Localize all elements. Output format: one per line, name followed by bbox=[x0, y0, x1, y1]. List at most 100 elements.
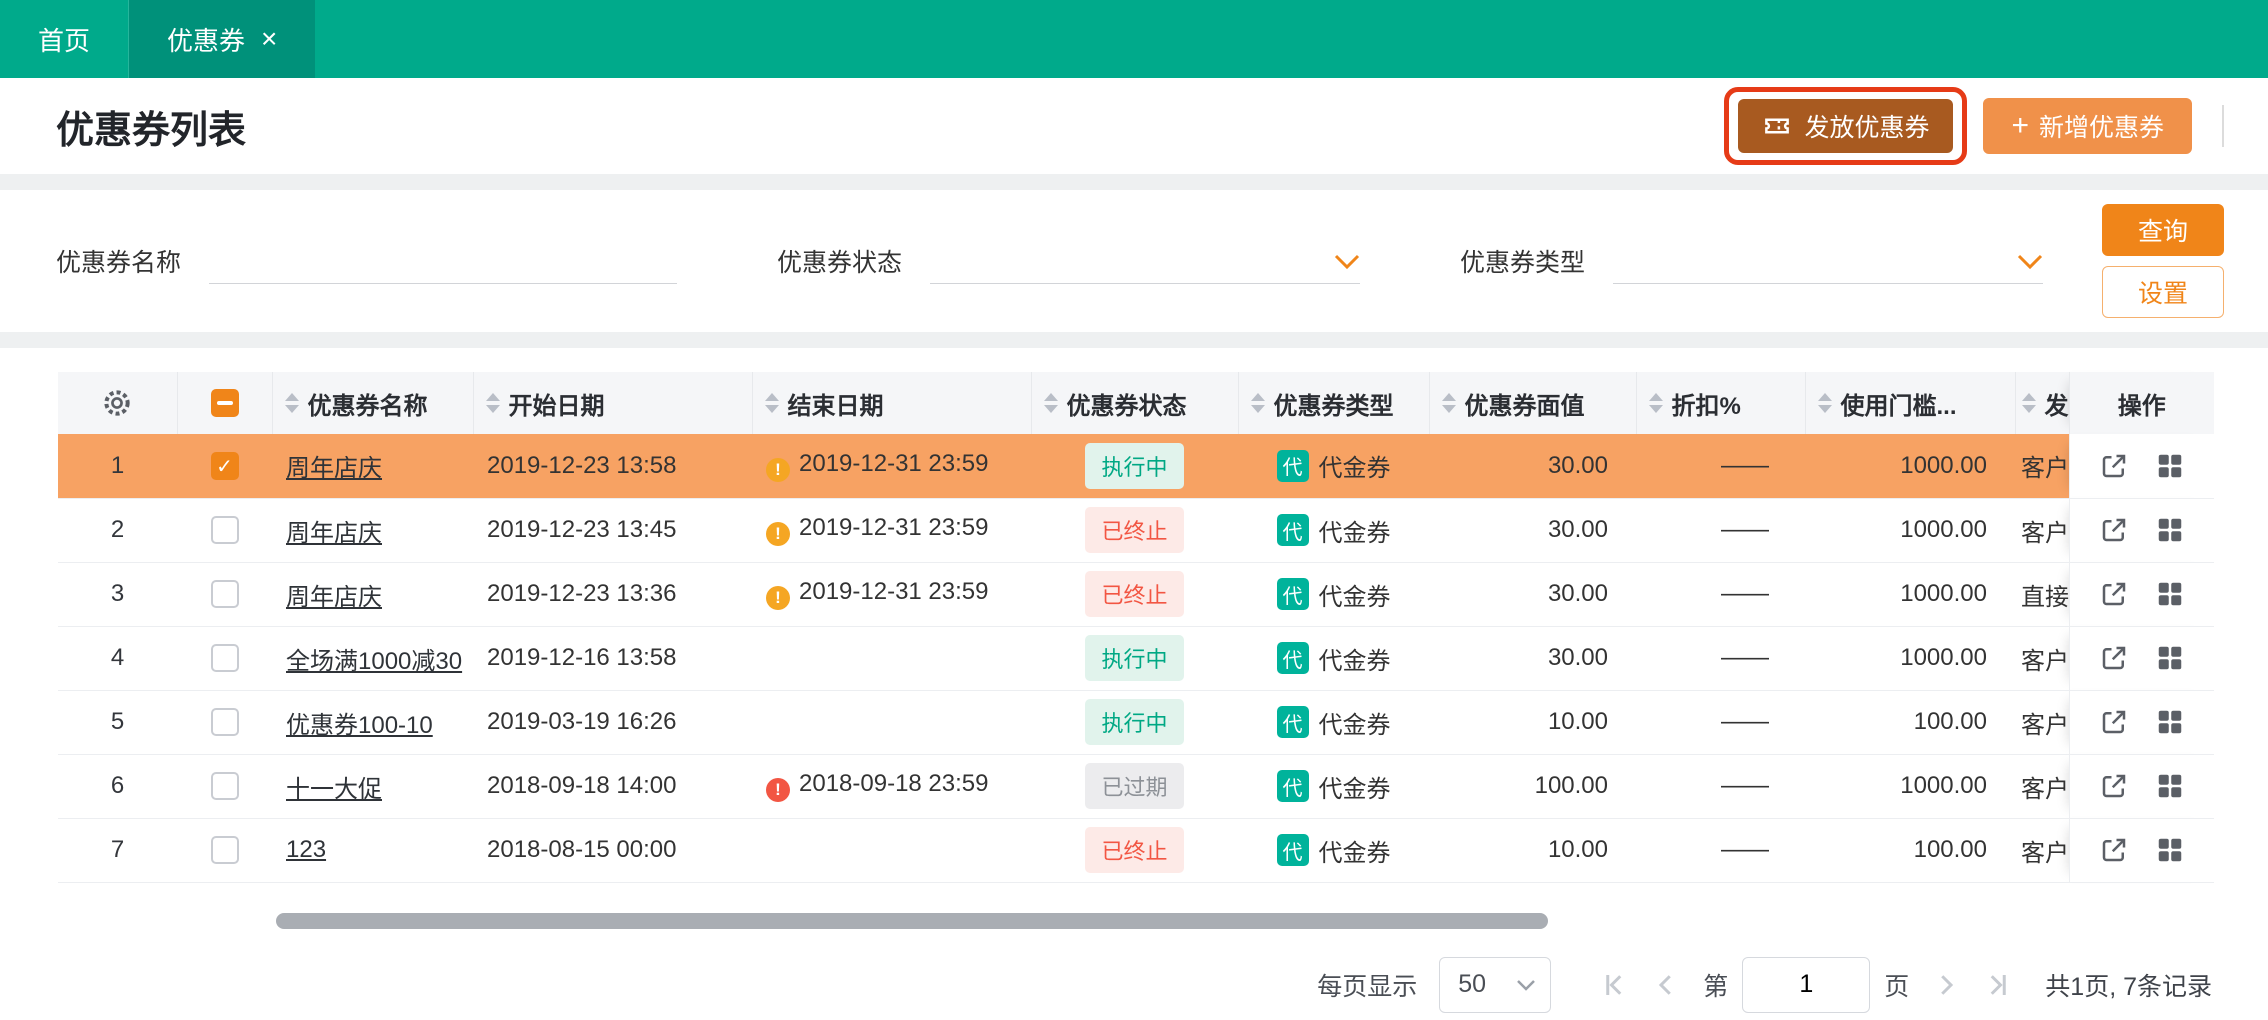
col-header-start-date[interactable]: 开始日期 bbox=[473, 372, 753, 434]
type-cell: 代代金券 bbox=[1238, 754, 1429, 819]
type-badge-icon: 代 bbox=[1276, 706, 1309, 738]
export-icon[interactable] bbox=[2099, 707, 2129, 737]
export-icon[interactable] bbox=[2099, 643, 2129, 673]
next-page-icon[interactable] bbox=[1931, 970, 1961, 1000]
settings-button[interactable]: 设置 bbox=[2102, 266, 2224, 318]
row-index: 6 bbox=[58, 754, 177, 819]
type-cell: 代代金券 bbox=[1238, 690, 1429, 755]
ops-cell bbox=[2068, 498, 2214, 563]
sort-icon[interactable] bbox=[2021, 393, 2036, 413]
coupon-name-link[interactable]: 周年店庆 bbox=[286, 455, 382, 482]
discount-cell: —— bbox=[1636, 626, 1805, 691]
add-coupon-button[interactable]: + 新增优惠券 bbox=[1983, 98, 2192, 154]
col-header-status[interactable]: 优惠券状态 bbox=[1031, 372, 1239, 434]
select-all-checkbox[interactable] bbox=[210, 389, 239, 417]
coupon-name-cell: 全场满1000减30 bbox=[272, 626, 473, 691]
ops-cell bbox=[2068, 818, 2214, 883]
page-title: 优惠券列表 bbox=[56, 109, 247, 152]
highlight-annotation: 发放优惠券 bbox=[1724, 87, 1968, 165]
row-index: 7 bbox=[58, 818, 177, 883]
grid-icon[interactable] bbox=[2155, 515, 2185, 545]
grid-icon[interactable] bbox=[2155, 643, 2185, 673]
sort-icon[interactable] bbox=[1648, 393, 1663, 413]
export-icon[interactable] bbox=[2099, 771, 2129, 801]
col-header-discount[interactable]: 折扣% bbox=[1636, 372, 1806, 434]
coupon-name-cell: 123 bbox=[272, 818, 473, 883]
grid-icon[interactable] bbox=[2155, 451, 2185, 481]
sort-icon[interactable] bbox=[1441, 393, 1456, 413]
coupon-name-cell: 周年店庆 bbox=[272, 434, 473, 499]
coupon-name-input[interactable] bbox=[209, 238, 678, 284]
row-checkbox[interactable] bbox=[210, 516, 239, 545]
export-icon[interactable] bbox=[2099, 835, 2129, 865]
value-cell: 100.00 bbox=[1429, 754, 1636, 819]
discount-cell: —— bbox=[1636, 818, 1805, 883]
coupon-name-label: 优惠券名称 bbox=[56, 249, 182, 277]
status-badge: 已终止 bbox=[1085, 827, 1184, 873]
row-checkbox[interactable] bbox=[210, 708, 239, 737]
sort-icon[interactable] bbox=[485, 393, 500, 413]
coupon-name-link[interactable]: 周年店庆 bbox=[286, 520, 382, 547]
filter-buttons: 查询 设置 bbox=[2102, 204, 2224, 318]
ops-cell bbox=[2068, 754, 2214, 819]
start-date-cell: 2019-12-23 13:36 bbox=[473, 562, 752, 627]
issue-mode-cell: 客户 bbox=[2015, 754, 2069, 819]
row-checkbox[interactable] bbox=[210, 580, 239, 609]
row-checkbox[interactable]: ✓ bbox=[210, 452, 239, 481]
sort-icon[interactable] bbox=[284, 393, 299, 413]
sort-icon[interactable] bbox=[1043, 393, 1058, 413]
start-date-cell: 2019-12-16 13:58 bbox=[473, 626, 752, 691]
close-icon[interactable]: × bbox=[261, 25, 277, 53]
tab-coupon[interactable]: 优惠券 × bbox=[129, 0, 316, 78]
gear-icon[interactable] bbox=[58, 387, 177, 419]
issue-mode-cell: 客户 bbox=[2015, 818, 2069, 883]
coupon-status-select[interactable] bbox=[930, 238, 1361, 284]
type-cell: 代代金券 bbox=[1238, 498, 1429, 563]
chevron-down-icon bbox=[2017, 254, 2043, 275]
coupon-name-link[interactable]: 周年店庆 bbox=[286, 584, 382, 611]
tab-home[interactable]: 首页 bbox=[0, 0, 130, 78]
coupon-name-link[interactable]: 123 bbox=[286, 836, 326, 863]
per-page-select[interactable]: 50 bbox=[1439, 956, 1552, 1013]
col-header-value[interactable]: 优惠券面值 bbox=[1429, 372, 1637, 434]
coupon-name-cell: 周年店庆 bbox=[272, 498, 473, 563]
prev-page-icon[interactable] bbox=[1651, 970, 1681, 1000]
grid-icon[interactable] bbox=[2155, 771, 2185, 801]
col-header-name[interactable]: 优惠券名称 bbox=[272, 372, 474, 434]
coupon-name-link[interactable]: 优惠券100-10 bbox=[286, 712, 433, 739]
grid-icon[interactable] bbox=[2155, 579, 2185, 609]
ops-cell bbox=[2068, 562, 2214, 627]
column-settings-header[interactable] bbox=[58, 372, 178, 434]
ticket-icon bbox=[1762, 111, 1792, 141]
sort-icon[interactable] bbox=[1817, 393, 1832, 413]
col-header-type[interactable]: 优惠券类型 bbox=[1238, 372, 1430, 434]
export-icon[interactable] bbox=[2099, 451, 2129, 481]
pagination-bar: 每页显示 50 第 页 共1页, 7条记录 bbox=[0, 929, 2268, 1013]
select-all-header bbox=[177, 372, 273, 434]
horizontal-scrollbar-thumb[interactable] bbox=[276, 912, 1548, 929]
type-label: 代金券 bbox=[1318, 775, 1391, 803]
row-checkbox[interactable] bbox=[210, 772, 239, 801]
row-checkbox[interactable] bbox=[210, 644, 239, 673]
grid-icon[interactable] bbox=[2155, 707, 2185, 737]
page-prefix-label: 第 bbox=[1703, 972, 1729, 1001]
discount-cell: —— bbox=[1636, 754, 1805, 819]
first-page-icon[interactable] bbox=[1599, 970, 1629, 1000]
sort-icon[interactable] bbox=[1250, 393, 1265, 413]
issue-coupon-button[interactable]: 发放优惠券 bbox=[1738, 99, 1954, 153]
col-header-issue-mode[interactable]: 发 bbox=[2015, 372, 2070, 434]
coupon-name-link[interactable]: 全场满1000减30 bbox=[286, 648, 462, 675]
page-number-input[interactable] bbox=[1742, 956, 1871, 1013]
coupon-name-link[interactable]: 十一大促 bbox=[286, 776, 382, 803]
row-checkbox[interactable] bbox=[210, 836, 239, 865]
coupon-type-select[interactable] bbox=[1613, 238, 2044, 284]
discount-cell: —— bbox=[1636, 434, 1805, 499]
col-header-threshold[interactable]: 使用门槛... bbox=[1805, 372, 2016, 434]
export-icon[interactable] bbox=[2099, 579, 2129, 609]
search-button[interactable]: 查询 bbox=[2102, 204, 2224, 256]
export-icon[interactable] bbox=[2099, 515, 2129, 545]
last-page-icon[interactable] bbox=[1983, 970, 2013, 1000]
col-header-end-date[interactable]: 结束日期 bbox=[752, 372, 1032, 434]
grid-icon[interactable] bbox=[2155, 835, 2185, 865]
sort-icon[interactable] bbox=[764, 393, 779, 413]
